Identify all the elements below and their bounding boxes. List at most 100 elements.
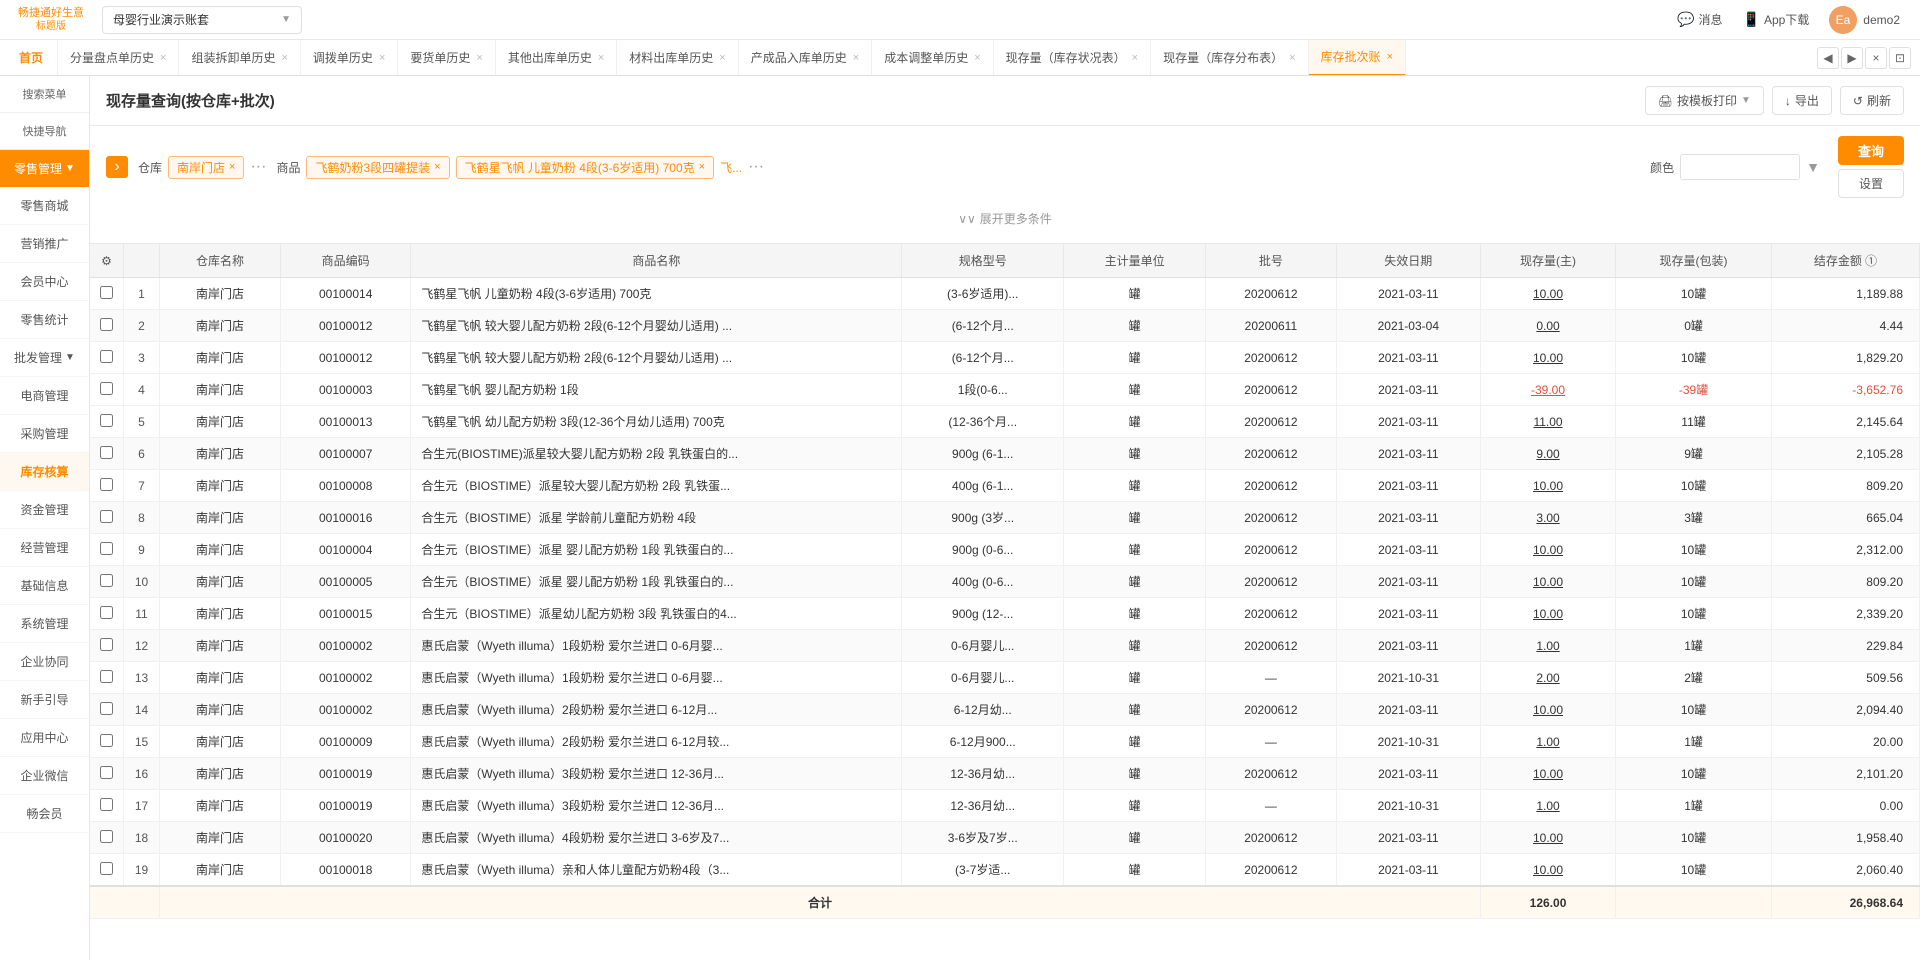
filter-expand-btn[interactable]: › xyxy=(106,156,128,178)
row-checkbox[interactable] xyxy=(90,790,124,822)
row-checkbox[interactable] xyxy=(90,406,124,438)
row-stock-main[interactable]: 0.00 xyxy=(1481,310,1616,342)
sidebar-item-purchase[interactable]: 采购管理 xyxy=(0,415,89,453)
sidebar-item-mall[interactable]: 零售商城 xyxy=(0,187,89,225)
sidebar-item-basic[interactable]: 基础信息 xyxy=(0,567,89,605)
sidebar-item-enterprise[interactable]: 企业协同 xyxy=(0,643,89,681)
row-stock-main[interactable]: 10.00 xyxy=(1481,534,1616,566)
tab-diaob[interactable]: 调拨单历史 × xyxy=(301,40,398,76)
row-stock-main[interactable]: 1.00 xyxy=(1481,630,1616,662)
sidebar-item-marketing[interactable]: 营销推广 xyxy=(0,225,89,263)
row-stock-main[interactable]: 1.00 xyxy=(1481,790,1616,822)
product-tag-1[interactable]: 飞鹤奶粉3段四罐提装 × xyxy=(306,156,449,179)
tab-close[interactable]: × xyxy=(1132,52,1138,64)
tab-close-all-btn[interactable]: × xyxy=(1865,47,1887,69)
row-checkbox[interactable] xyxy=(90,662,124,694)
refresh-btn[interactable]: ↺ 刷新 xyxy=(1840,86,1904,115)
tab-close[interactable]: × xyxy=(974,52,980,64)
sidebar-item-membership[interactable]: 畅会员 xyxy=(0,795,89,833)
row-stock-main[interactable]: 2.00 xyxy=(1481,662,1616,694)
row-checkbox[interactable] xyxy=(90,598,124,630)
sidebar-item-guide[interactable]: 新手引导 xyxy=(0,681,89,719)
sidebar-item-finance[interactable]: 资金管理 xyxy=(0,491,89,529)
tab-xianc2[interactable]: 现存量（库存分布表）× xyxy=(1151,40,1308,76)
tab-maximize-btn[interactable]: ⊡ xyxy=(1889,47,1911,69)
row-stock-main[interactable]: 10.00 xyxy=(1481,278,1616,310)
sidebar-item-member[interactable]: 会员中心 xyxy=(0,263,89,301)
sidebar-quick-nav[interactable]: 快捷导航 xyxy=(0,113,89,150)
row-checkbox[interactable] xyxy=(90,502,124,534)
tab-close[interactable]: × xyxy=(1289,52,1295,64)
sidebar-item-retail[interactable]: 零售管理▼ xyxy=(0,150,89,187)
sidebar-item-operations[interactable]: 经营管理 xyxy=(0,529,89,567)
tab-close[interactable]: × xyxy=(719,52,725,64)
sidebar-item-wholesale[interactable]: 批发管理▼ xyxy=(0,339,89,377)
color-input[interactable] xyxy=(1680,154,1800,180)
row-stock-main[interactable]: 10.00 xyxy=(1481,694,1616,726)
row-checkbox[interactable] xyxy=(90,630,124,662)
row-checkbox[interactable] xyxy=(90,534,124,566)
sidebar-item-retail-stats[interactable]: 零售统计 xyxy=(0,301,89,339)
tab-close[interactable]: × xyxy=(281,52,287,64)
user-area[interactable]: Ea demo2 xyxy=(1829,6,1900,34)
expand-more-conditions[interactable]: ∨∨ 展开更多条件 xyxy=(106,204,1904,233)
row-stock-main[interactable]: 11.00 xyxy=(1481,406,1616,438)
row-stock-main[interactable]: 1.00 xyxy=(1481,726,1616,758)
sidebar-item-apps[interactable]: 应用中心 xyxy=(0,719,89,757)
row-stock-main[interactable]: 10.00 xyxy=(1481,598,1616,630)
tab-kucun-active[interactable]: 库存批次账 × xyxy=(1309,40,1406,76)
tab-close[interactable]: × xyxy=(160,52,166,64)
row-checkbox[interactable] xyxy=(90,342,124,374)
row-stock-main[interactable]: 10.00 xyxy=(1481,342,1616,374)
product-close-icon-1[interactable]: × xyxy=(434,161,440,173)
product-close-icon-2[interactable]: × xyxy=(699,161,705,173)
row-stock-main[interactable]: 10.00 xyxy=(1481,758,1616,790)
tab-yaohuo[interactable]: 要货单历史 × xyxy=(398,40,495,76)
warehouse-tag[interactable]: 南岸门店 × xyxy=(168,156,244,179)
row-checkbox[interactable] xyxy=(90,726,124,758)
tab-close[interactable]: × xyxy=(379,52,385,64)
row-stock-main[interactable]: 10.00 xyxy=(1481,566,1616,598)
row-checkbox[interactable] xyxy=(90,566,124,598)
row-stock-main[interactable]: 3.00 xyxy=(1481,502,1616,534)
col-gear[interactable]: ⚙ xyxy=(90,244,124,278)
tab-close[interactable]: × xyxy=(1387,51,1393,63)
tab-next-btn[interactable]: ▶ xyxy=(1841,47,1863,69)
color-dropdown-icon[interactable]: ▼ xyxy=(1806,159,1820,175)
app-download-btn[interactable]: 📱 App下载 xyxy=(1743,11,1810,28)
row-checkbox[interactable] xyxy=(90,374,124,406)
tab-close[interactable]: × xyxy=(476,52,482,64)
row-checkbox[interactable] xyxy=(90,278,124,310)
export-btn[interactable]: ↓ 导出 xyxy=(1772,86,1832,115)
row-checkbox[interactable] xyxy=(90,854,124,887)
tab-home[interactable]: 首页 xyxy=(5,40,58,76)
row-stock-main[interactable]: -39.00 xyxy=(1481,374,1616,406)
tab-chancheng[interactable]: 产成品入库单历史 × xyxy=(739,40,872,76)
row-checkbox[interactable] xyxy=(90,310,124,342)
row-checkbox[interactable] xyxy=(90,822,124,854)
row-checkbox[interactable] xyxy=(90,470,124,502)
tab-chengben[interactable]: 成本调整单历史 × xyxy=(872,40,993,76)
row-checkbox[interactable] xyxy=(90,438,124,470)
tab-prev-btn[interactable]: ◀ xyxy=(1817,47,1839,69)
tab-qtachu[interactable]: 其他出库单历史 × xyxy=(496,40,617,76)
tab-fenliang[interactable]: 分量盘点单历史 × xyxy=(58,40,179,76)
sidebar-item-wechat[interactable]: 企业微信 xyxy=(0,757,89,795)
row-checkbox[interactable] xyxy=(90,758,124,790)
sidebar-item-ecommerce[interactable]: 电商管理 xyxy=(0,377,89,415)
sidebar-item-stock[interactable]: 库存核算 xyxy=(0,453,89,491)
message-btn[interactable]: 💬 消息 xyxy=(1677,11,1722,28)
print-btn[interactable]: 🖨 按模板打印 ▼ xyxy=(1645,86,1764,115)
workspace-selector[interactable]: 母婴行业演示账套 ▼ xyxy=(102,6,302,34)
query-btn[interactable]: 查询 xyxy=(1838,136,1904,165)
product-tag-2[interactable]: 飞鹤星飞帆 儿童奶粉 4段(3-6岁适用) 700克 × xyxy=(456,156,714,179)
tab-xianc1[interactable]: 现存量（库存状况表）× xyxy=(994,40,1151,76)
tab-zuhe[interactable]: 组装拆卸单历史 × xyxy=(179,40,300,76)
row-stock-main[interactable]: 10.00 xyxy=(1481,470,1616,502)
sidebar-item-system[interactable]: 系统管理 xyxy=(0,605,89,643)
warehouse-close-icon[interactable]: × xyxy=(229,161,235,173)
row-stock-main[interactable]: 9.00 xyxy=(1481,438,1616,470)
tab-close[interactable]: × xyxy=(598,52,604,64)
setting-btn[interactable]: 设置 xyxy=(1838,169,1904,198)
tab-close[interactable]: × xyxy=(853,52,859,64)
